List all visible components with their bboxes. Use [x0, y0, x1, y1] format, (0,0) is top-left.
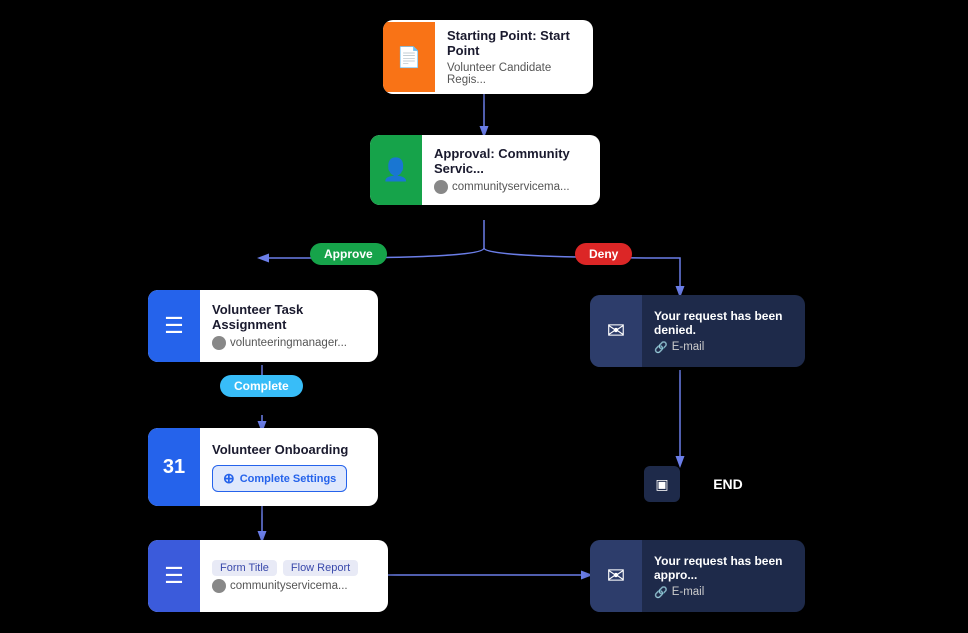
form-tag1: Form Title [212, 560, 277, 576]
task-content: Volunteer Task Assignment volunteeringma… [200, 294, 378, 358]
task-icon: ☰ [148, 290, 200, 362]
end-icon-box: ▣ [644, 466, 680, 502]
approval-content: Approval: Community Servic... communitys… [422, 138, 600, 202]
start-subtitle: Volunteer Candidate Regis... [447, 62, 581, 86]
workflow-canvas: 📄 Starting Point: Start Point Volunteer … [0, 0, 968, 633]
end-label: END [688, 466, 768, 502]
task-node[interactable]: ☰ Volunteer Task Assignment volunteering… [148, 290, 378, 362]
start-content: Starting Point: Start Point Volunteer Ca… [435, 20, 593, 94]
approved-email-content: Your request has been appro... 🔗 E-mail [642, 546, 805, 607]
form-subtitle: communityservicema... [212, 579, 376, 593]
complete-settings-button[interactable]: ⊕ Complete Settings [212, 465, 347, 492]
form-tags: Form Title Flow Report [212, 560, 376, 576]
form-tag2: Flow Report [283, 560, 358, 576]
form-node[interactable]: ☰ Form Title Flow Report communityservic… [148, 540, 388, 612]
onboarding-title: Volunteer Onboarding [212, 442, 366, 457]
onboarding-content: Volunteer Onboarding ⊕ Complete Settings [200, 434, 378, 500]
approved-email-node[interactable]: ✉ Your request has been appro... 🔗 E-mai… [590, 540, 805, 612]
deny-email-title: Your request has been denied. [654, 309, 793, 337]
deny-email-subtitle: 🔗 E-mail [654, 341, 793, 354]
deny-email-content: Your request has been denied. 🔗 E-mail [642, 301, 805, 362]
approval-subtitle: communityservicema... [434, 180, 588, 194]
approval-icon: 👤 [370, 135, 422, 205]
approved-email-icon: ✉ [590, 540, 642, 612]
approved-email-title: Your request has been appro... [654, 554, 793, 582]
approved-email-subtitle: 🔗 E-mail [654, 586, 793, 599]
approve-badge: Approve [310, 243, 387, 265]
form-content: Form Title Flow Report communityservicem… [200, 552, 388, 601]
deny-email-node[interactable]: ✉ Your request has been denied. 🔗 E-mail [590, 295, 805, 367]
complete-badge: Complete [220, 375, 303, 397]
person-icon [434, 180, 448, 194]
start-node[interactable]: 📄 Starting Point: Start Point Volunteer … [383, 20, 593, 94]
start-icon: 📄 [383, 22, 435, 92]
onboarding-icon: 31 [148, 428, 200, 506]
start-title: Starting Point: Start Point [447, 28, 581, 58]
task-person-icon [212, 336, 226, 350]
form-person-icon [212, 579, 226, 593]
form-icon: ☰ [148, 540, 200, 612]
deny-badge: Deny [575, 243, 632, 265]
connectors-svg [0, 0, 968, 633]
onboarding-node[interactable]: 31 Volunteer Onboarding ⊕ Complete Setti… [148, 428, 378, 506]
approval-title: Approval: Community Servic... [434, 146, 588, 176]
approval-node[interactable]: 👤 Approval: Community Servic... communit… [370, 135, 600, 205]
deny-email-icon: ✉ [590, 295, 642, 367]
end-node-wrap: ▣ END [644, 466, 768, 502]
task-subtitle: volunteeringmanager... [212, 336, 366, 350]
task-title: Volunteer Task Assignment [212, 302, 366, 332]
